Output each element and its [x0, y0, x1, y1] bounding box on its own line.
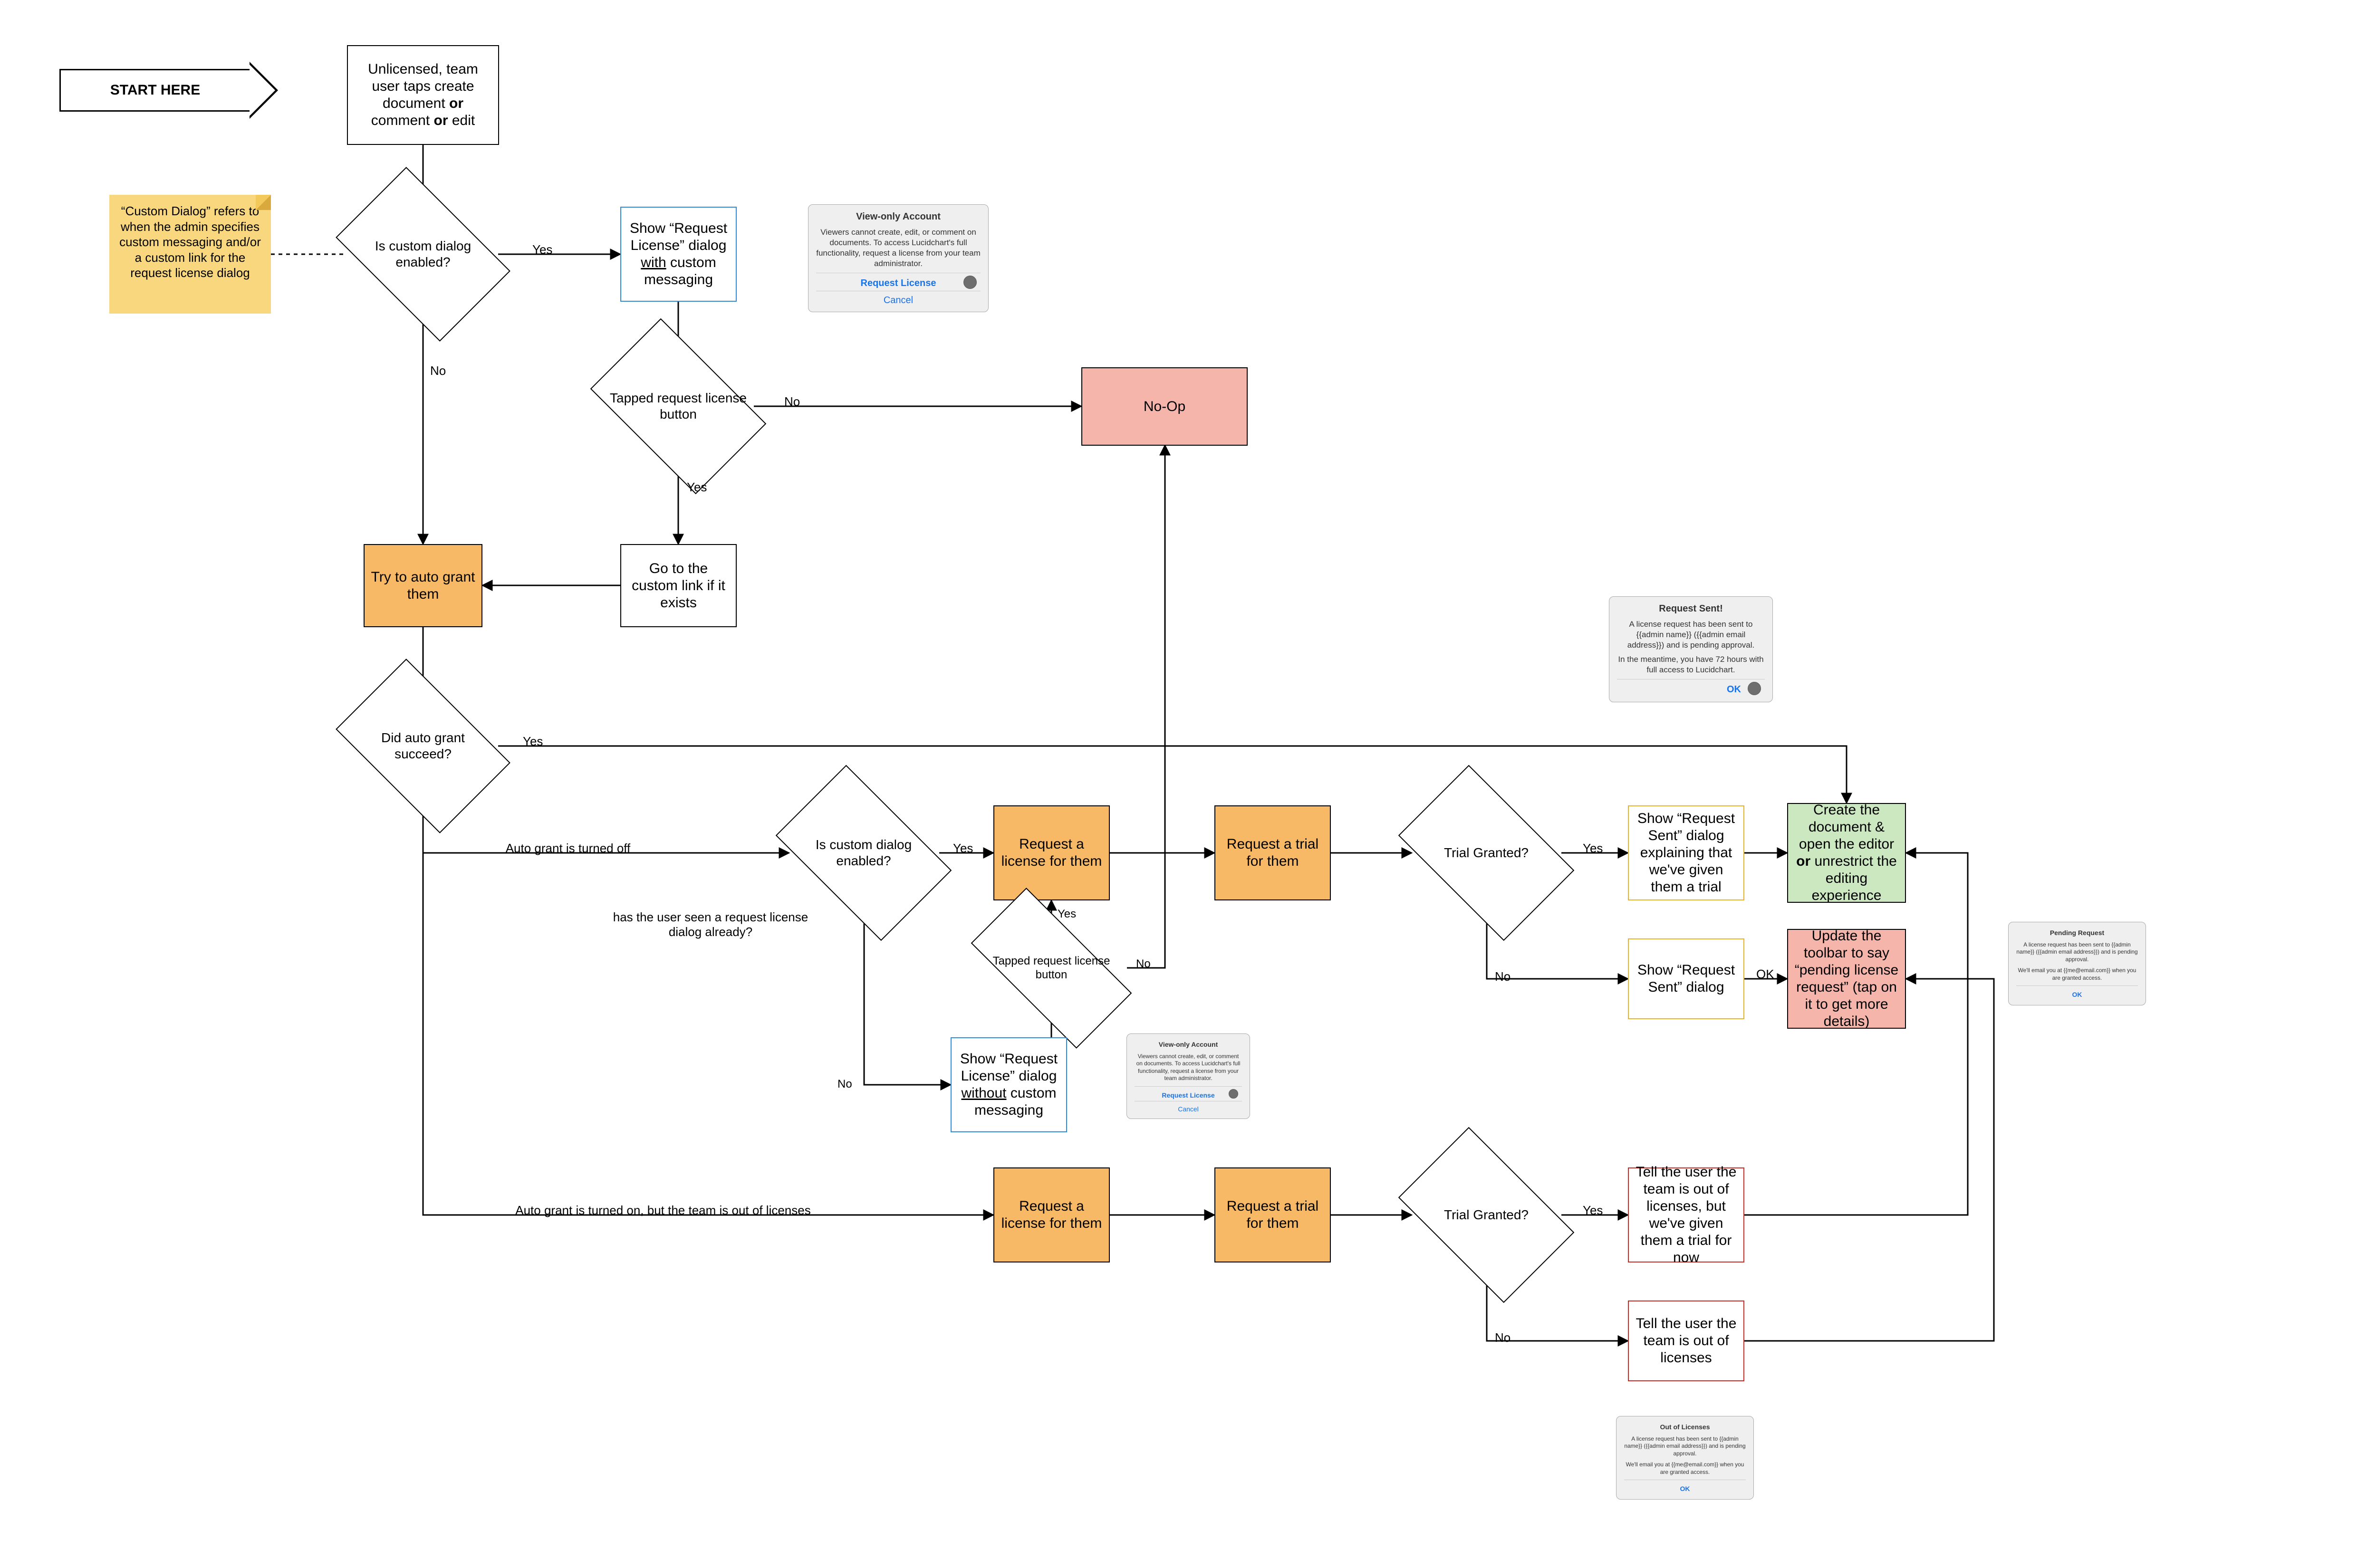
decision-custom-dialog-1-label: Is custom dialog enabled? — [349, 204, 497, 304]
start-here-label: START HERE — [59, 69, 250, 112]
edge-label-yes: Yes — [1583, 841, 1603, 856]
edge-label-no: No — [1495, 1330, 1511, 1345]
no-op: No-Op — [1081, 367, 1248, 446]
edge-label-auto-out: Auto grant is turned on, but the team is… — [473, 1203, 853, 1218]
edge-label-yes: Yes — [687, 480, 707, 495]
create-document-label: Create the document & open the editor or… — [1793, 802, 1900, 904]
edge-label-yes: Yes — [953, 841, 973, 856]
request-license-1: Request a license for them — [993, 805, 1110, 900]
focus-indicator-icon — [1748, 682, 1761, 695]
dialog-ok-button[interactable]: OK — [1617, 679, 1765, 697]
sticky-note-custom-dialog: “Custom Dialog” refers to when the admin… — [109, 195, 271, 314]
request-license-2: Request a license for them — [993, 1167, 1110, 1262]
edge-label-yes: Yes — [532, 242, 552, 257]
show-request-sent-trial: Show “Request Sent” dialog explaining th… — [1628, 805, 1744, 900]
dialog-out-of-licenses: Out of Licenses A license request has be… — [1616, 1416, 1754, 1500]
out-of-licenses-label: Tell the user the team is out of license… — [1634, 1315, 1739, 1367]
edge-label-yes: Yes — [523, 734, 543, 749]
dialog-view-only-2: View-only Account Viewers cannot create,… — [1126, 1033, 1250, 1119]
out-of-licenses-trial-label: Tell the user the team is out of license… — [1634, 1164, 1739, 1266]
dialog-ok-button[interactable]: OK — [2016, 985, 2138, 1000]
edge-label-has-seen: has the user seen a request license dial… — [611, 910, 810, 939]
dialog-request-license-button[interactable]: Request License — [816, 273, 981, 291]
show-request-dialog-without-label: Show “Request License” dialog without cu… — [956, 1051, 1061, 1119]
start-here-arrow: START HERE — [59, 62, 278, 119]
update-toolbar-label: Update the toolbar to say “pending licen… — [1793, 927, 1900, 1030]
edge-label-no: No — [1495, 969, 1511, 984]
decision-trial-granted-2: Trial Granted? — [1412, 1165, 1561, 1265]
dialog-title: Request Sent! — [1617, 603, 1765, 614]
dialog-body: A license request has been sent to {{adm… — [1617, 619, 1765, 650]
start-event: Unlicensed, team user taps create docume… — [347, 45, 499, 145]
request-trial-2-label: Request a trial for them — [1220, 1198, 1325, 1232]
dialog-request-sent: Request Sent! A license request has been… — [1609, 596, 1773, 702]
dialog-body: A license request has been sent to {{adm… — [1624, 1435, 1746, 1457]
show-request-dialog-with-label: Show “Request License” dialog with custo… — [626, 220, 731, 288]
dialog-body: A license request has been sent to {{adm… — [2016, 941, 2138, 963]
decision-trial-granted-1-label: Trial Granted? — [1412, 803, 1561, 903]
create-document: Create the document & open the editor or… — [1787, 803, 1906, 903]
update-toolbar: Update the toolbar to say “pending licen… — [1787, 929, 1906, 1029]
out-of-licenses: Tell the user the team is out of license… — [1628, 1300, 1744, 1381]
go-to-custom-link-label: Go to the custom link if it exists — [626, 560, 731, 612]
edge-label-yes: Yes — [1058, 908, 1076, 921]
dialog-body: Viewers cannot create, edit, or comment … — [816, 227, 981, 269]
focus-indicator-icon — [963, 276, 977, 289]
no-op-label: No-Op — [1144, 398, 1185, 415]
decision-did-auto-grant-succeed-label: Did auto grant succeed? — [349, 696, 497, 796]
focus-indicator-icon — [1229, 1089, 1238, 1099]
request-trial-1: Request a trial for them — [1214, 805, 1331, 900]
decision-tapped-1: Tapped request license button — [604, 356, 753, 456]
decision-tapped-2: Tapped request license button — [977, 929, 1126, 1007]
request-trial-2: Request a trial for them — [1214, 1167, 1331, 1262]
dialog-cancel-button[interactable]: Cancel — [816, 291, 981, 307]
decision-custom-dialog-2-label: Is custom dialog enabled? — [789, 803, 938, 903]
edge-label-no: No — [430, 363, 446, 378]
request-license-2-label: Request a license for them — [999, 1198, 1104, 1232]
try-auto-grant: Try to auto grant them — [364, 544, 482, 627]
edge-label-yes: Yes — [1583, 1203, 1603, 1218]
edge-label-no: No — [784, 394, 800, 409]
show-request-dialog-without: Show “Request License” dialog without cu… — [951, 1037, 1067, 1132]
arrow-head-icon — [250, 62, 278, 119]
decision-trial-granted-2-label: Trial Granted? — [1412, 1165, 1561, 1265]
request-trial-1-label: Request a trial for them — [1220, 836, 1325, 870]
decision-did-auto-grant-succeed: Did auto grant succeed? — [349, 696, 497, 796]
show-request-sent: Show “Request Sent” dialog — [1628, 938, 1744, 1019]
dialog-title: Out of Licenses — [1624, 1423, 1746, 1431]
decision-custom-dialog-2: Is custom dialog enabled? — [789, 803, 938, 903]
decision-trial-granted-1: Trial Granted? — [1412, 803, 1561, 903]
decision-custom-dialog-1: Is custom dialog enabled? — [349, 204, 497, 304]
dialog-title: View-only Account — [816, 211, 981, 222]
sticky-note-text: “Custom Dialog” refers to when the admin… — [119, 204, 261, 280]
dialog-ok-button[interactable]: OK — [1624, 1480, 1746, 1494]
dialog-view-only-1: View-only Account Viewers cannot create,… — [808, 204, 989, 312]
dialog-cancel-button[interactable]: Cancel — [1135, 1101, 1242, 1114]
edge-label-auto-off: Auto grant is turned off — [473, 841, 663, 856]
dialog-request-license-button[interactable]: Request License — [1135, 1086, 1242, 1101]
show-request-dialog-with: Show “Request License” dialog with custo… — [620, 207, 737, 302]
go-to-custom-link: Go to the custom link if it exists — [620, 544, 737, 627]
show-request-sent-trial-label: Show “Request Sent” dialog explaining th… — [1634, 810, 1739, 896]
dialog-title: Pending Request — [2016, 929, 2138, 937]
decision-tapped-1-label: Tapped request license button — [604, 356, 753, 456]
decision-tapped-2-label: Tapped request license button — [977, 929, 1126, 1007]
try-auto-grant-label: Try to auto grant them — [369, 569, 477, 603]
dialog-body: We'll email you at {{me@email.com}} when… — [2016, 967, 2138, 982]
dialog-body: Viewers cannot create, edit, or comment … — [1135, 1053, 1242, 1082]
request-license-1-label: Request a license for them — [999, 836, 1104, 870]
dialog-body: We'll email you at {{me@email.com}} when… — [1624, 1461, 1746, 1476]
dialog-title: View-only Account — [1135, 1041, 1242, 1048]
edge-label-ok: OK — [1756, 967, 1774, 982]
edge-label-no: No — [1136, 957, 1151, 971]
flowchart-canvas: START HERE “Custom Dialog” refers to whe… — [0, 0, 2367, 1568]
start-event-label: Unlicensed, team user taps create docume… — [353, 61, 493, 129]
dialog-body: In the meantime, you have 72 hours with … — [1617, 654, 1765, 675]
out-of-licenses-trial: Tell the user the team is out of license… — [1628, 1167, 1744, 1262]
dialog-pending-request: Pending Request A license request has be… — [2008, 922, 2146, 1005]
edge-label-no: No — [837, 1078, 852, 1091]
show-request-sent-label: Show “Request Sent” dialog — [1634, 962, 1739, 996]
